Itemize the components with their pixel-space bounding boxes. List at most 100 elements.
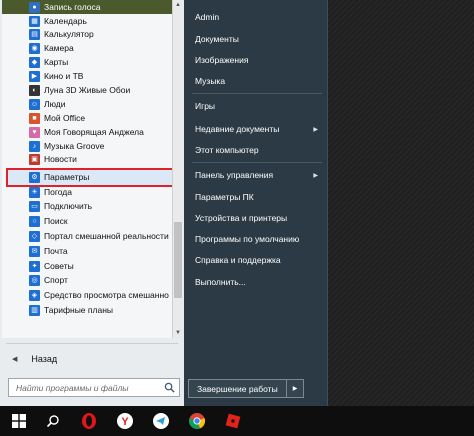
program-label: Люди <box>44 99 66 109</box>
weather-icon: ☀ <box>29 186 40 198</box>
right-menu-item[interactable]: Изображения <box>188 52 326 68</box>
people-icon: ☺ <box>29 98 40 110</box>
office-icon: ■ <box>29 112 40 124</box>
program-label: Погода <box>44 187 72 197</box>
right-menu-label: Документы <box>195 34 239 44</box>
program-item[interactable]: ■ Мой Office <box>2 111 172 125</box>
search-icon[interactable] <box>36 406 70 436</box>
program-item[interactable]: ◆ Карты <box>2 55 172 69</box>
program-item[interactable]: ▣ Новости <box>2 152 172 166</box>
roblox-icon[interactable] <box>216 406 250 436</box>
chevron-right-icon: ▶ <box>292 386 298 392</box>
connect-icon: ▭ <box>29 200 40 212</box>
program-item[interactable]: ✦ Советы <box>2 259 172 273</box>
divider <box>192 162 322 163</box>
calendar-icon: ▦ <box>29 15 40 27</box>
program-item[interactable]: ⚙ Параметры <box>2 170 172 184</box>
yandex-browser-icon[interactable]: Y <box>108 406 142 436</box>
right-menu-label: Панель управления <box>195 170 274 180</box>
scroll-down-icon[interactable]: ▼ <box>173 328 183 338</box>
program-label: Тарифные планы <box>44 305 113 315</box>
right-menu-label: Admin <box>195 12 220 22</box>
moon-icon: ◐ <box>29 84 40 96</box>
program-item[interactable]: ◇ Портал смешанной реальности <box>2 229 172 243</box>
start-menu: ● Запись голоса ▦ Календарь ▤ Калькулятор ◉ Кам… <box>0 0 328 406</box>
right-menu-item[interactable]: Программы по умолчанию <box>188 231 326 247</box>
maps-icon: ◆ <box>29 56 40 68</box>
right-menu-label: Игры <box>195 101 216 111</box>
chrome-icon[interactable] <box>180 406 214 436</box>
opera-icon[interactable] <box>72 406 106 436</box>
search-icon: ○ <box>29 215 40 227</box>
program-label: Луна 3D Живые Обои <box>44 85 131 95</box>
program-label: Новости <box>44 154 77 164</box>
program-item[interactable]: ▥ Тарифные планы <box>2 303 172 317</box>
right-menu-label: Устройства и принтеры <box>195 213 288 223</box>
divider <box>192 93 322 94</box>
windows-start-icon[interactable] <box>2 406 36 436</box>
shutdown-options-button[interactable]: ▶ <box>286 379 304 398</box>
right-menu-label: Параметры ПК <box>195 192 254 202</box>
program-item[interactable]: ◉ Камера <box>2 41 172 55</box>
right-menu-item[interactable]: Этот компьютер <box>188 142 326 158</box>
program-item[interactable]: ● Запись голоса <box>2 0 172 14</box>
program-item[interactable]: ✉ Почта <box>2 244 172 258</box>
taskbar: Y <box>0 406 474 436</box>
search-icon[interactable] <box>164 382 175 393</box>
program-label: Кино и ТВ <box>44 71 84 81</box>
right-menu-item[interactable]: Справка и поддержка <box>188 252 326 268</box>
mixed-viewer-icon: ◈ <box>29 289 40 301</box>
mixed-reality-icon: ◇ <box>29 230 40 242</box>
program-item[interactable]: ◎ Спорт <box>2 273 172 287</box>
scroll-up-icon[interactable]: ▲ <box>173 0 183 10</box>
program-label: Советы <box>44 261 74 271</box>
program-item[interactable]: ▤ Калькулятор <box>2 27 172 41</box>
right-menu-item[interactable]: Недавние документы ▶ <box>188 121 326 137</box>
program-item[interactable]: ☀ Погода <box>2 185 172 199</box>
right-menu-item[interactable]: Параметры ПК <box>188 189 326 205</box>
camera-icon: ◉ <box>29 42 40 54</box>
back-button[interactable]: ◀ Назад <box>2 350 182 368</box>
divider <box>6 343 178 344</box>
calculator-icon: ▤ <box>29 28 40 40</box>
program-item[interactable]: ▶ Кино и ТВ <box>2 69 172 83</box>
right-menu-item[interactable]: Устройства и принтеры <box>188 210 326 226</box>
program-label: Камера <box>44 43 74 53</box>
program-label: Калькулятор <box>44 29 94 39</box>
scroll-thumb[interactable] <box>174 222 182 298</box>
program-item[interactable]: ♥ Моя Говорящая Анджела <box>2 125 172 139</box>
right-menu-item[interactable]: Admin <box>188 9 326 25</box>
program-label: Почта <box>44 246 68 256</box>
right-menu-item[interactable]: Панель управления ▶ <box>188 167 326 183</box>
right-menu-item[interactable]: Игры <box>188 98 326 114</box>
chevron-right-icon: ▶ <box>313 172 318 179</box>
program-label: Подключить <box>44 201 93 211</box>
triangle-left-icon: ◀ <box>12 356 18 363</box>
programs-scrollbar[interactable]: ▲ ▼ <box>172 0 182 338</box>
program-item[interactable]: ▭ Подключить <box>2 199 172 213</box>
telegram-icon[interactable] <box>144 406 178 436</box>
right-menu-item[interactable]: Документы <box>188 31 326 47</box>
music-icon: ♪ <box>29 140 40 152</box>
plans-icon: ▥ <box>29 304 40 316</box>
program-label: Карты <box>44 57 69 67</box>
right-menu-label: Программы по умолчанию <box>195 234 300 244</box>
program-label: Моя Говорящая Анджела <box>44 127 144 137</box>
right-menu-item[interactable]: Выполнить... <box>188 274 326 290</box>
program-item[interactable]: ◐ Луна 3D Живые Обои <box>2 83 172 97</box>
program-label: Спорт <box>44 275 68 285</box>
program-item[interactable]: ▦ Календарь <box>2 14 172 28</box>
svg-text:Y: Y <box>121 416 129 428</box>
program-item[interactable]: ◈ Средство просмотра смешанно <box>2 288 172 302</box>
right-menu-label: Этот компьютер <box>195 145 259 155</box>
programs-list: ● Запись голоса ▦ Календарь ▤ Калькулятор ◉ Кам… <box>2 0 182 338</box>
right-menu-item[interactable]: Музыка <box>188 73 326 89</box>
news-icon: ▣ <box>29 153 40 165</box>
program-item[interactable]: ○ Поиск <box>2 214 172 228</box>
program-item[interactable]: ♪ Музыка Groove <box>2 139 172 153</box>
program-item[interactable]: ☺ Люди <box>2 97 172 111</box>
start-menu-left-pane: ● Запись голоса ▦ Календарь ▤ Калькулятор ◉ Кам… <box>0 0 184 406</box>
microphone-icon: ● <box>29 1 40 13</box>
search-input[interactable]: Найти программы и файлы <box>8 378 180 397</box>
right-menu-label: Музыка <box>195 76 226 86</box>
